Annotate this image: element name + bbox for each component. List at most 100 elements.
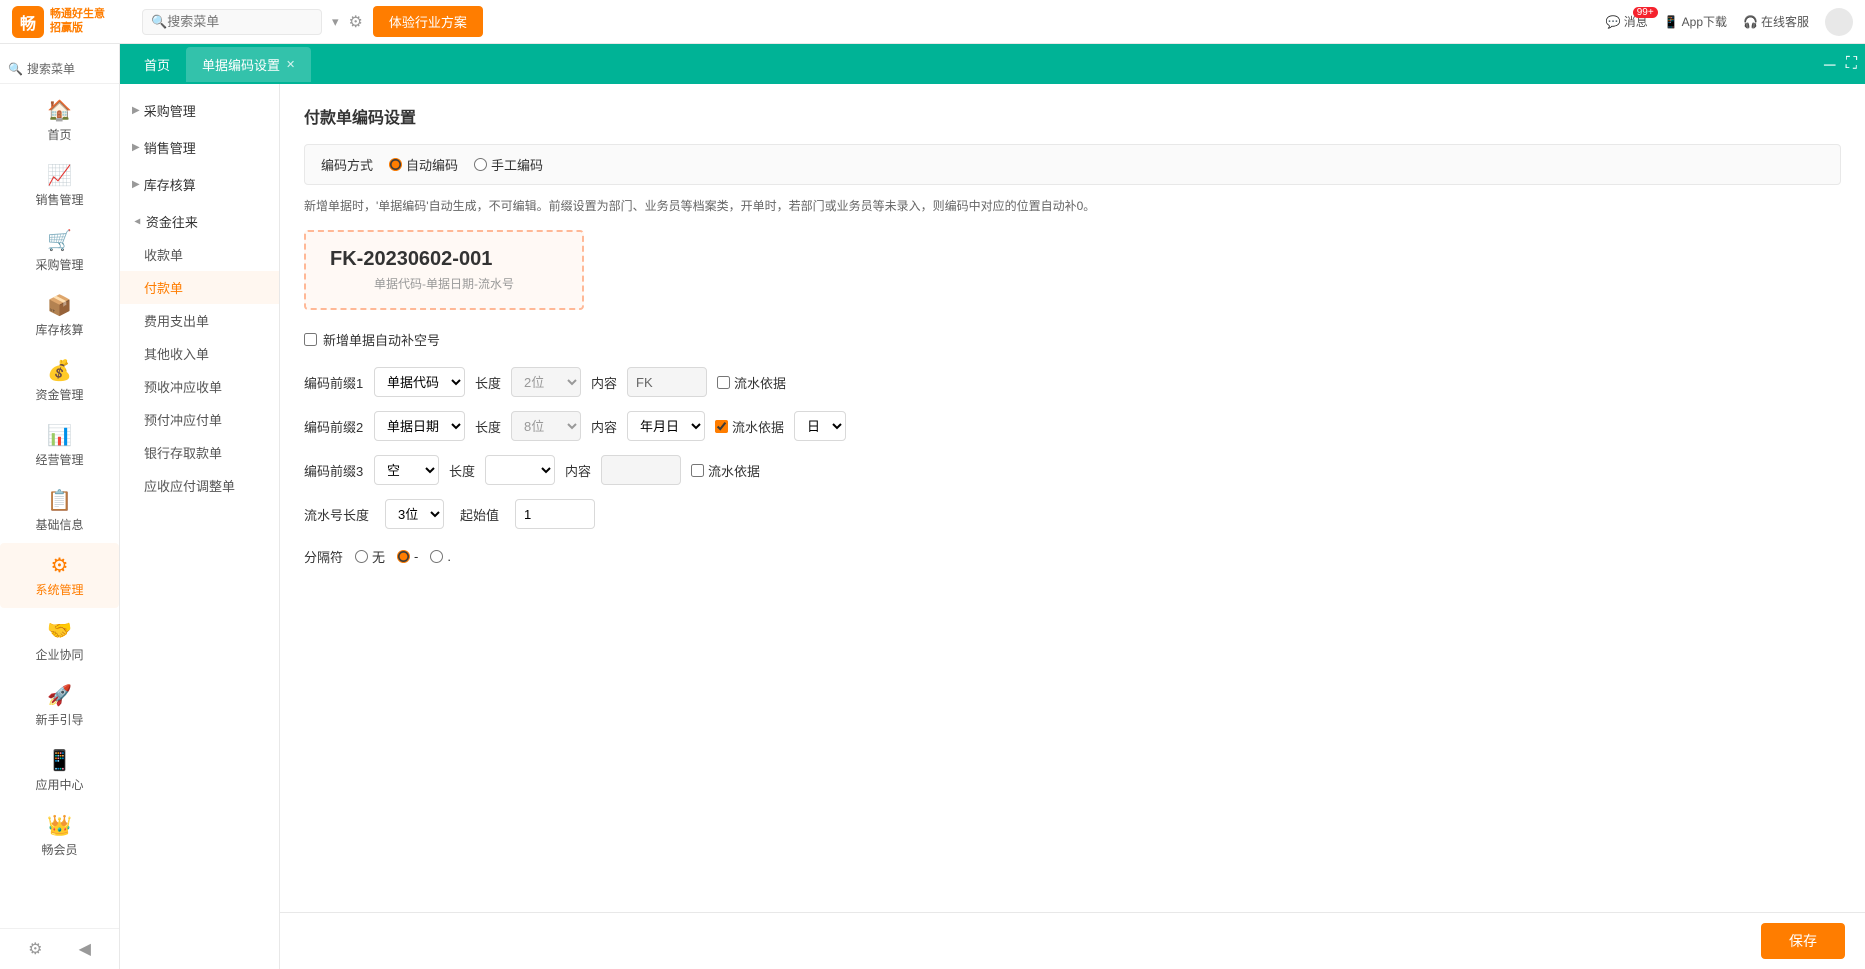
sidebar-label-purchase: 采购管理 xyxy=(35,256,83,273)
prefix2-flow-checkbox[interactable] xyxy=(715,420,728,433)
settings-icon[interactable]: ⚙ xyxy=(349,12,363,32)
sep-dot-radio[interactable]: . xyxy=(430,549,451,564)
online-service-button[interactable]: 🎧 在线客服 xyxy=(1743,13,1809,30)
prefix1-content-label: 内容 xyxy=(591,373,617,392)
code-preview: FK-20230602-001 单据代码-单据日期-流水号 xyxy=(304,230,584,310)
sep-hyphen-radio[interactable]: - xyxy=(397,549,418,564)
finance-icon: 💰 xyxy=(47,358,72,383)
prefix1-flow-label: 流水依据 xyxy=(734,373,786,392)
sep-none-input[interactable] xyxy=(355,550,368,563)
auto-zero-row: 新增单据自动补空号 xyxy=(304,330,1841,349)
prefix2-flow-label: 流水依据 xyxy=(732,417,784,436)
prefix2-select[interactable]: 单据日期 部门 xyxy=(374,411,465,441)
sidebar-label-system: 系统管理 xyxy=(35,581,83,598)
serial-length-label: 流水号长度 xyxy=(304,505,369,524)
auto-encode-input[interactable] xyxy=(389,158,402,171)
dropdown-icon[interactable]: ▾ xyxy=(332,14,339,30)
code-preview-main: FK-20230602-001 xyxy=(330,248,558,271)
appcenter-icon: 📱 xyxy=(47,748,72,773)
prefix1-label: 编码前缀1 xyxy=(304,373,364,392)
prefix1-flow-check: 流水依据 xyxy=(717,373,786,392)
top-bar-search-box[interactable]: 🔍 xyxy=(142,9,322,35)
sep-none-radio[interactable]: 无 xyxy=(355,547,385,566)
prefix3-flow-label: 流水依据 xyxy=(708,461,760,480)
submenu-group-sales-title[interactable]: ▶ 销售管理 xyxy=(120,131,279,164)
sep-hyphen-input[interactable] xyxy=(397,550,410,563)
manual-encode-radio[interactable]: 手工编码 xyxy=(474,155,543,174)
prefix2-length-select[interactable]: 8位 xyxy=(511,411,581,441)
enterprise-icon: 🤝 xyxy=(47,618,72,643)
top-bar-search-input[interactable] xyxy=(167,14,307,29)
sidebar-item-appcenter[interactable]: 📱 应用中心 xyxy=(0,738,119,803)
auto-encode-radio[interactable]: 自动编码 xyxy=(389,155,458,174)
sidebar-item-sales[interactable]: 📈 销售管理 xyxy=(0,153,119,218)
prefix3-select[interactable]: 空 部门 xyxy=(374,455,439,485)
submenu-item-expense[interactable]: 费用支出单 xyxy=(120,304,279,337)
sep-dot-input[interactable] xyxy=(430,550,443,563)
tab-bar: 首页 单据编码设置 ✕ － ⛶ xyxy=(120,44,1865,84)
prefix3-flow-checkbox[interactable] xyxy=(691,464,704,477)
logo-area: 畅 畅通好生意 招赢版 xyxy=(12,6,132,38)
submenu-group-capital-title[interactable]: ▼ 资金往来 xyxy=(120,205,279,238)
submenu-group-inventory: ▶ 库存核算 xyxy=(120,168,279,201)
start-value-input[interactable] xyxy=(515,499,595,529)
sidebar-item-finance[interactable]: 💰 资金管理 xyxy=(0,348,119,413)
submenu-item-receipt[interactable]: 收款单 xyxy=(120,238,279,271)
submenu-item-adjust[interactable]: 应收应付调整单 xyxy=(120,469,279,502)
prefix1-select[interactable]: 单据代码 部门 业务员 xyxy=(374,367,465,397)
prefix-row-1: 编码前缀1 单据代码 部门 业务员 长度 2位 内容 流水依据 xyxy=(304,367,1841,397)
search-icon: 🔍 xyxy=(151,14,167,30)
sidebar-item-newguide[interactable]: 🚀 新手引导 xyxy=(0,673,119,738)
message-button[interactable]: 💬 消息 99+ xyxy=(1606,13,1648,30)
auto-zero-checkbox[interactable] xyxy=(304,333,317,346)
app-download-button[interactable]: 📱 App下载 xyxy=(1664,13,1727,30)
tab-serial-settings[interactable]: 单据编码设置 ✕ xyxy=(186,47,311,82)
tab-home-label: 首页 xyxy=(144,55,170,74)
submenu-group-purchase: ▶ 采购管理 xyxy=(120,94,279,127)
submenu-group-inventory-title[interactable]: ▶ 库存核算 xyxy=(120,168,279,201)
submenu-item-bank-deposit[interactable]: 银行存取款单 xyxy=(120,436,279,469)
save-button[interactable]: 保存 xyxy=(1761,923,1845,959)
app-icon: 📱 xyxy=(1664,15,1679,29)
sidebar-item-home[interactable]: 🏠 首页 xyxy=(0,88,119,153)
prefix2-flow-check: 流水依据 xyxy=(715,417,784,436)
tab-maximize-btn[interactable]: ⛶ xyxy=(1846,55,1857,73)
sidebar-search[interactable]: 🔍 搜索菜单 xyxy=(0,54,119,84)
info-text: 新增单据时，'单据编码'自动生成，不可编辑。前缀设置为部门、业务员等档案类，开单… xyxy=(304,197,1841,216)
prefix1-length-select[interactable]: 2位 xyxy=(511,367,581,397)
submenu-item-prepay-pay[interactable]: 预付冲应付单 xyxy=(120,403,279,436)
prefix2-flow-period-select[interactable]: 日 月 年 xyxy=(794,411,846,441)
serial-length-select[interactable]: 3位 4位 5位 xyxy=(385,499,444,529)
submenu-item-payment[interactable]: 付款单 xyxy=(120,271,279,304)
submenu-item-other-income[interactable]: 其他收入单 xyxy=(120,337,279,370)
user-avatar[interactable] xyxy=(1825,8,1853,36)
sidebar-item-inventory[interactable]: 📦 库存核算 xyxy=(0,283,119,348)
tab-minimize-btn[interactable]: － xyxy=(1822,52,1838,76)
prefix3-length-select[interactable] xyxy=(485,455,555,485)
sidebar-item-purchase[interactable]: 🛒 采购管理 xyxy=(0,218,119,283)
submenu-item-prepay-receive[interactable]: 预收冲应收单 xyxy=(120,370,279,403)
arrow-sales: ▶ xyxy=(132,142,140,153)
message-icon: 💬 xyxy=(1606,15,1621,29)
submenu-group-capital: ▼ 资金往来 收款单 付款单 费用支出单 其他收入单 预收冲应收单 xyxy=(120,205,279,502)
sidebar-item-operations[interactable]: 📊 经营管理 xyxy=(0,413,119,478)
submenu-group-purchase-title[interactable]: ▶ 采购管理 xyxy=(120,94,279,127)
sidebar-settings-btn[interactable]: ⚙ xyxy=(28,939,42,959)
experience-button[interactable]: 体验行业方案 xyxy=(373,6,483,37)
tab-home[interactable]: 首页 xyxy=(128,47,186,82)
tab-close-icon[interactable]: ✕ xyxy=(286,58,295,71)
sidebar-item-member[interactable]: 👑 畅会员 xyxy=(0,803,119,868)
sales-icon: 📈 xyxy=(47,163,72,188)
sidebar-bottom: ⚙ ◀ xyxy=(0,928,119,969)
prefix2-content-select[interactable]: 年月日 年月 年 xyxy=(627,411,705,441)
sidebar-item-system[interactable]: ⚙ 系统管理 xyxy=(0,543,119,608)
sidebar-collapse-btn[interactable]: ◀ xyxy=(79,939,91,959)
arrow-purchase: ▶ xyxy=(132,105,140,116)
prefix1-content-input[interactable] xyxy=(627,367,707,397)
prefix1-flow-checkbox[interactable] xyxy=(717,376,730,389)
manual-encode-input[interactable] xyxy=(474,158,487,171)
prefix3-content-input[interactable] xyxy=(601,455,681,485)
sidebar-item-enterprise[interactable]: 🤝 企业协同 xyxy=(0,608,119,673)
service-icon: 🎧 xyxy=(1743,15,1758,29)
sidebar-item-basic[interactable]: 📋 基础信息 xyxy=(0,478,119,543)
